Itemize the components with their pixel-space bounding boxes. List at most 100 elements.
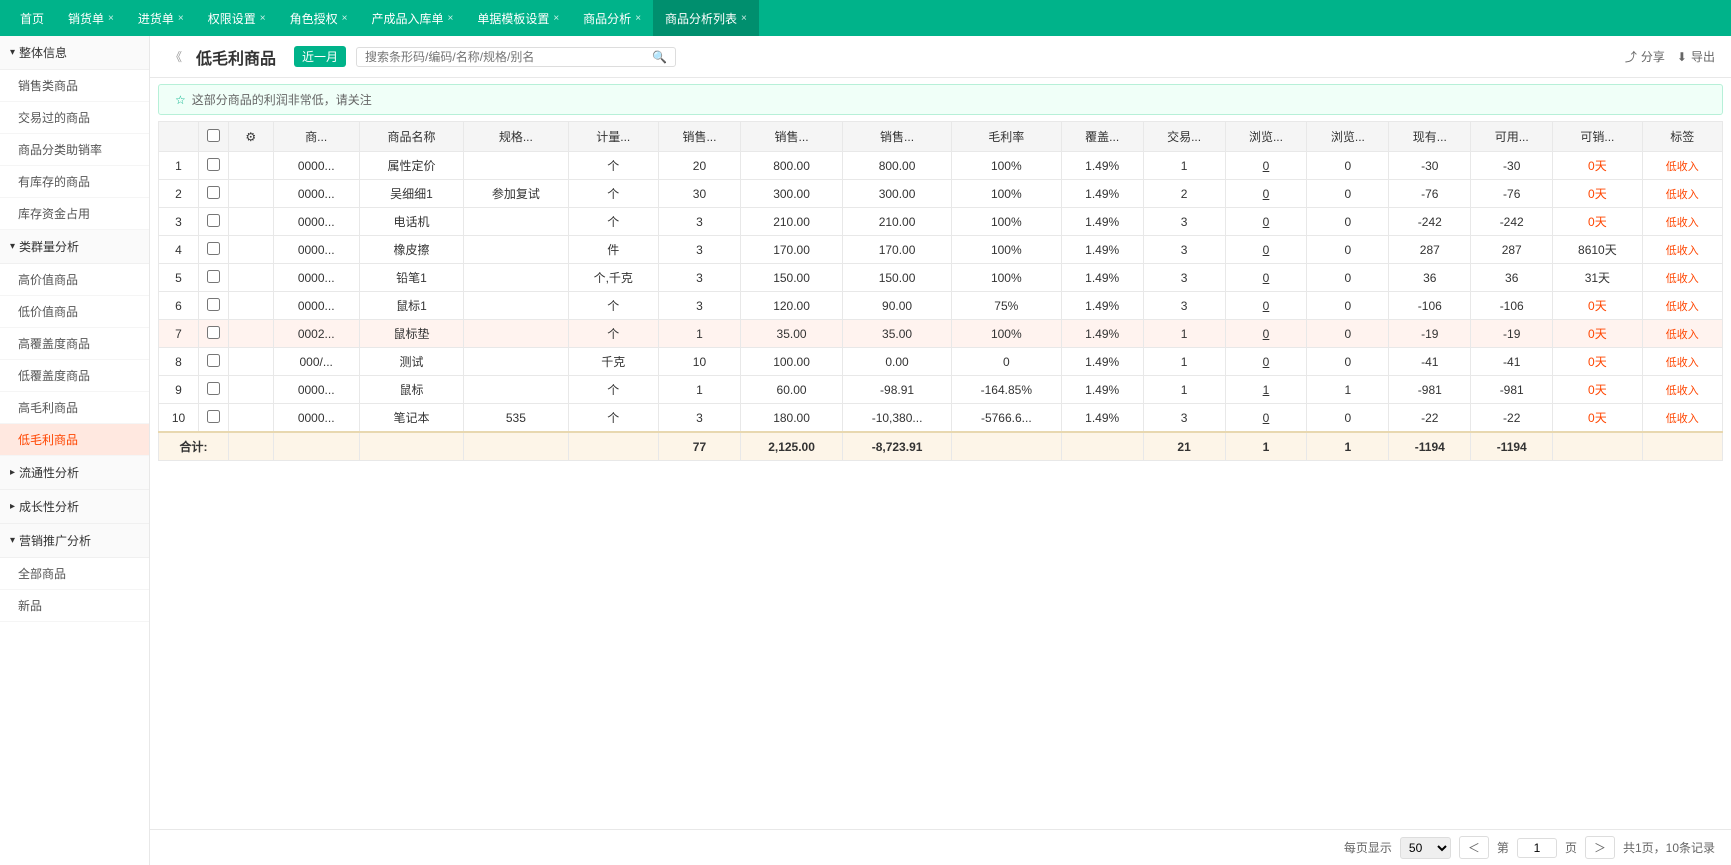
sidebar-item-low-margin[interactable]: 低毛利商品 — [0, 424, 149, 456]
row-check[interactable] — [199, 152, 229, 180]
col-header-transaction[interactable]: 交易... — [1143, 122, 1225, 152]
sidebar-toggle-button[interactable]: 《 — [166, 44, 186, 69]
nav-product-warehouse[interactable]: 产成品入库单 × — [359, 0, 465, 36]
col-header-gross-rate[interactable]: 毛利率 — [951, 122, 1061, 152]
row-view1[interactable]: 0 — [1225, 236, 1307, 264]
col-header-sales-price[interactable]: 销售... — [740, 122, 842, 152]
row-view1[interactable]: 0 — [1225, 292, 1307, 320]
col-header-spec[interactable]: 规格... — [464, 122, 568, 152]
row-checkbox[interactable] — [207, 186, 220, 199]
close-product-analysis-icon[interactable]: × — [635, 13, 641, 24]
nav-purchase-order[interactable]: 进货单 × — [126, 0, 196, 36]
sidebar-item-in-stock[interactable]: 有库存的商品 — [0, 166, 149, 198]
close-sales-order-icon[interactable]: × — [108, 13, 114, 24]
col-header-coverage[interactable]: 覆盖... — [1061, 122, 1143, 152]
row-check[interactable] — [199, 208, 229, 236]
col-header-name[interactable]: 商品名称 — [359, 122, 463, 152]
row-check[interactable] — [199, 292, 229, 320]
row-available: -30 — [1471, 152, 1553, 180]
col-header-available[interactable]: 可用... — [1471, 122, 1553, 152]
row-view1[interactable]: 0 — [1225, 348, 1307, 376]
col-header-settings[interactable]: ⚙ — [229, 122, 274, 152]
col-header-code[interactable]: 商... — [273, 122, 359, 152]
row-name: 电话机 — [359, 208, 463, 236]
close-template-settings-icon[interactable]: × — [553, 13, 559, 24]
row-check[interactable] — [199, 320, 229, 348]
col-header-sellable[interactable]: 可销... — [1553, 122, 1642, 152]
sidebar-item-traded-products[interactable]: 交易过的商品 — [0, 102, 149, 134]
prev-page-button[interactable]: ＜ — [1459, 836, 1489, 859]
search-input[interactable] — [365, 50, 652, 64]
close-purchase-order-icon[interactable]: × — [178, 13, 184, 24]
nav-permissions[interactable]: 权限设置 × — [196, 0, 278, 36]
col-header-stock-current[interactable]: 现有... — [1389, 122, 1471, 152]
row-checkbox[interactable] — [207, 242, 220, 255]
sidebar-item-sales-products[interactable]: 销售类商品 — [0, 70, 149, 102]
row-gross-rate: 100% — [951, 152, 1061, 180]
row-view1[interactable]: 0 — [1225, 152, 1307, 180]
sidebar-group-overall[interactable]: ▾ 整体信息 — [0, 36, 149, 70]
row-view2: 0 — [1307, 404, 1389, 433]
row-sales-amount: 210.00 — [843, 208, 952, 236]
sidebar-item-stock-capital[interactable]: 库存资金占用 — [0, 198, 149, 230]
sidebar-group-circulation[interactable]: ▸ 流通性分析 — [0, 456, 149, 490]
row-check[interactable] — [199, 236, 229, 264]
row-checkbox[interactable] — [207, 354, 220, 367]
nav-role-auth[interactable]: 角色授权 × — [278, 0, 360, 36]
row-checkbox[interactable] — [207, 158, 220, 171]
close-product-warehouse-icon[interactable]: × — [447, 13, 453, 24]
row-check[interactable] — [199, 404, 229, 433]
nav-product-analysis[interactable]: 商品分析 × — [571, 0, 653, 36]
col-header-view1[interactable]: 浏览... — [1225, 122, 1307, 152]
sidebar-item-high-coverage[interactable]: 高覆盖度商品 — [0, 328, 149, 360]
next-page-button[interactable]: ＞ — [1585, 836, 1615, 859]
arrow-down-icon: ▾ — [10, 47, 15, 58]
row-view1[interactable]: 0 — [1225, 320, 1307, 348]
col-header-unit[interactable]: 计量... — [568, 122, 658, 152]
row-checkbox[interactable] — [207, 298, 220, 311]
nav-template-settings[interactable]: 单据模板设置 × — [465, 0, 571, 36]
row-checkbox[interactable] — [207, 214, 220, 227]
col-header-sales-amount[interactable]: 销售... — [843, 122, 952, 152]
sidebar-item-low-value[interactable]: 低价值商品 — [0, 296, 149, 328]
close-product-analysis-list-icon[interactable]: × — [741, 13, 747, 24]
nav-product-analysis-list[interactable]: 商品分析列表 × — [653, 0, 759, 36]
row-view1[interactable]: 0 — [1225, 264, 1307, 292]
row-checkbox[interactable] — [207, 410, 220, 423]
sidebar-item-all-products[interactable]: 全部商品 — [0, 558, 149, 590]
search-icon[interactable]: 🔍 — [652, 50, 667, 64]
nav-sales-order[interactable]: 销货单 × — [56, 0, 126, 36]
row-check[interactable] — [199, 376, 229, 404]
share-button[interactable]: ⤴ 分享 — [1625, 48, 1665, 65]
close-permissions-icon[interactable]: × — [260, 13, 266, 24]
row-check[interactable] — [199, 264, 229, 292]
nav-home[interactable]: 首页 — [8, 0, 56, 36]
col-header-check[interactable] — [199, 122, 229, 152]
sidebar-item-high-margin[interactable]: 高毛利商品 — [0, 392, 149, 424]
select-all-checkbox[interactable] — [207, 129, 220, 142]
row-check[interactable] — [199, 348, 229, 376]
sidebar-group-cluster[interactable]: ▾ 类群量分析 — [0, 230, 149, 264]
sidebar-group-growth[interactable]: ▸ 成长性分析 — [0, 490, 149, 524]
sidebar-item-category-rate[interactable]: 商品分类助销率 — [0, 134, 149, 166]
row-view1[interactable]: 1 — [1225, 376, 1307, 404]
sidebar-item-high-value[interactable]: 高价值商品 — [0, 264, 149, 296]
export-button[interactable]: ⬇ 导出 — [1677, 48, 1715, 65]
row-checkbox[interactable] — [207, 382, 220, 395]
col-header-view2[interactable]: 浏览... — [1307, 122, 1389, 152]
row-checkbox[interactable] — [207, 326, 220, 339]
sidebar-item-low-coverage[interactable]: 低覆盖度商品 — [0, 360, 149, 392]
row-view1[interactable]: 0 — [1225, 404, 1307, 433]
per-page-select[interactable]: 50 100 200 — [1400, 837, 1451, 859]
row-code: 0000... — [273, 236, 359, 264]
col-header-sales-qty[interactable]: 销售... — [659, 122, 741, 152]
sidebar-item-new-products[interactable]: 新品 — [0, 590, 149, 622]
sidebar-group-marketing[interactable]: ▾ 营销推广分析 — [0, 524, 149, 558]
row-checkbox[interactable] — [207, 270, 220, 283]
close-role-auth-icon[interactable]: × — [342, 13, 348, 24]
row-view1[interactable]: 0 — [1225, 180, 1307, 208]
row-view1[interactable]: 0 — [1225, 208, 1307, 236]
time-filter-button[interactable]: 近一月 — [294, 46, 346, 67]
page-number-input[interactable] — [1517, 838, 1557, 858]
row-check[interactable] — [199, 180, 229, 208]
